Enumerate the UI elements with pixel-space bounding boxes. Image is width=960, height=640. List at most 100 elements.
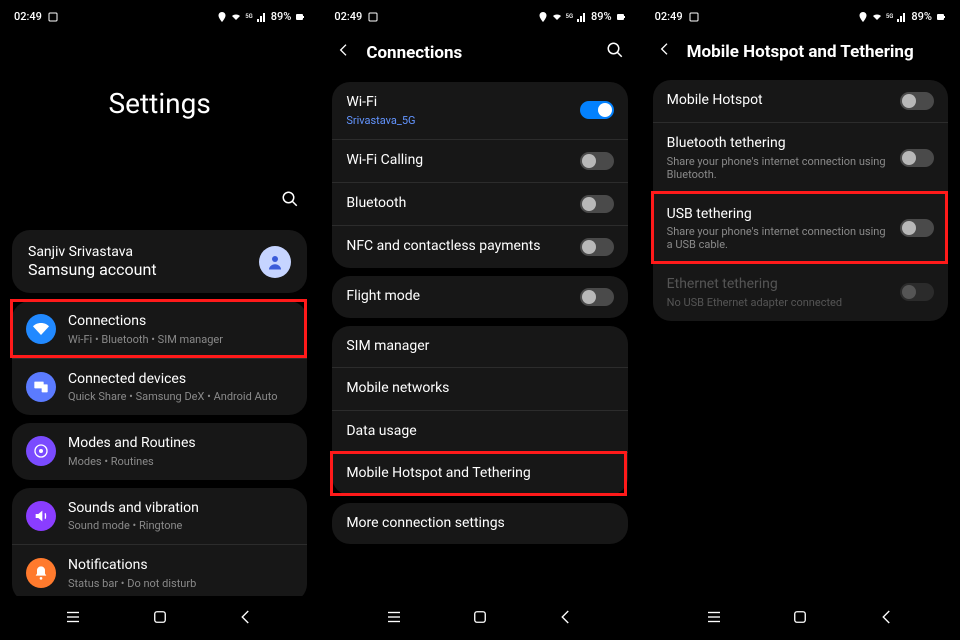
row-title: Connections: [68, 313, 293, 331]
toggle-bluetooth[interactable]: [580, 195, 614, 213]
row-nfc[interactable]: NFC and contactless payments: [332, 225, 627, 268]
row-bluetooth[interactable]: Bluetooth: [332, 182, 627, 225]
toggle-bt-tethering[interactable]: [900, 149, 934, 167]
row-flight-mode[interactable]: Flight mode: [332, 276, 627, 318]
row-wifi-calling[interactable]: Wi-Fi Calling: [332, 139, 627, 182]
back-button[interactable]: [557, 608, 575, 630]
page-title: Connections: [366, 43, 462, 63]
row-connected-devices[interactable]: Connected devicesQuick Share • Samsung D…: [12, 358, 307, 416]
row-usb-tethering[interactable]: USB tetheringShare your phone's internet…: [653, 193, 948, 264]
row-sub: Share your phone's internet connection u…: [667, 225, 888, 251]
group-sounds: Sounds and vibrationSound mode • Rington…: [12, 488, 307, 597]
row-title: Data usage: [346, 423, 613, 441]
search-icon[interactable]: [606, 41, 624, 64]
row-title: Modes and Routines: [68, 435, 293, 453]
screenshot-icon: [368, 12, 378, 22]
toggle-wifi[interactable]: [580, 101, 614, 119]
row-sim-manager[interactable]: SIM manager: [332, 326, 627, 368]
toggle-mobile-hotspot[interactable]: [900, 92, 934, 110]
battery-icon: [936, 12, 946, 22]
row-connections[interactable]: Connections Wi-Fi • Bluetooth • SIM manag…: [12, 301, 307, 358]
status-bar: 02:49 5G 89%: [641, 0, 960, 27]
toggle-wifi-calling[interactable]: [580, 152, 614, 170]
screen-connections: 02:49 5G 89% Connections Wi-Fi Srivastava…: [320, 0, 640, 640]
account-name: Sanjiv Srivastava: [28, 244, 157, 260]
toggle-eth-tethering: [900, 283, 934, 301]
group-connections: Connections Wi-Fi • Bluetooth • SIM manag…: [12, 301, 307, 415]
nav-bar: [0, 596, 319, 640]
row-title: USB tethering: [667, 206, 888, 224]
toggle-flight-mode[interactable]: [580, 288, 614, 306]
connections-icon: [26, 314, 56, 344]
modes-routines-icon: [26, 436, 56, 466]
screenshot-icon: [689, 12, 699, 22]
row-sub: Modes • Routines: [68, 455, 293, 468]
home-button[interactable]: [151, 608, 169, 630]
row-title: Mobile Hotspot: [667, 92, 888, 110]
back-icon[interactable]: [657, 41, 673, 62]
screen-settings: 02:49 5G 89% Settings Sanjiv Srivastava …: [0, 0, 320, 640]
row-sub: Sound mode • Ringtone: [68, 519, 293, 532]
recents-button[interactable]: [385, 608, 403, 630]
account-card[interactable]: Sanjiv Srivastava Samsung account: [12, 230, 307, 293]
row-eth-tethering[interactable]: Ethernet tethering No USB Ethernet adapte…: [653, 263, 948, 321]
connected-devices-icon: [26, 372, 56, 402]
wifi-icon: [552, 12, 562, 22]
toggle-usb-tethering[interactable]: [900, 219, 934, 237]
row-more-conn[interactable]: More connection settings: [332, 503, 627, 545]
battery-icon: [616, 12, 626, 22]
notifications-icon: [26, 558, 56, 588]
row-sub: Quick Share • Samsung DeX • Android Auto: [68, 390, 293, 403]
wifi-icon: [872, 12, 882, 22]
clock: 02:49: [14, 10, 42, 23]
account-sub: Samsung account: [28, 260, 157, 279]
group-modes: Modes and Routines Modes • Routines: [12, 423, 307, 480]
recents-button[interactable]: [64, 608, 82, 630]
row-title: Ethernet tethering: [667, 276, 888, 294]
row-sub: No USB Ethernet adapter connected: [667, 296, 888, 309]
row-title: Sounds and vibration: [68, 500, 293, 518]
row-data-usage[interactable]: Data usage: [332, 410, 627, 453]
battery-icon: [295, 12, 305, 22]
row-title: More connection settings: [346, 515, 613, 533]
row-notifications[interactable]: Notifications Status bar • Do not disturb: [12, 544, 307, 596]
nav-bar: [641, 596, 960, 640]
row-sub: Wi-Fi • Bluetooth • SIM manager: [68, 333, 293, 346]
screenshot-icon: [48, 12, 58, 22]
back-button[interactable]: [237, 608, 255, 630]
row-title: Wi-Fi: [346, 94, 567, 112]
row-title: Flight mode: [346, 288, 567, 306]
screen-hotspot: 02:49 5G 89% Mobile Hotspot and Tetherin…: [641, 0, 960, 640]
row-title: Notifications: [68, 557, 293, 575]
row-sub: Share your phone's internet connection u…: [667, 155, 888, 181]
row-title: SIM manager: [346, 338, 613, 356]
recents-button[interactable]: [705, 608, 723, 630]
row-wifi[interactable]: Wi-Fi Srivastava_5G: [332, 82, 627, 139]
row-sounds[interactable]: Sounds and vibrationSound mode • Rington…: [12, 488, 307, 545]
location-icon: [217, 12, 227, 22]
row-sub: Srivastava_5G: [346, 114, 567, 127]
battery-pct: 89%: [271, 10, 292, 23]
row-title: Bluetooth: [346, 195, 567, 213]
home-button[interactable]: [471, 608, 489, 630]
toggle-nfc[interactable]: [580, 238, 614, 256]
row-sub: Status bar • Do not disturb: [68, 577, 293, 590]
row-hotspot-tethering[interactable]: Mobile Hotspot and Tethering: [332, 452, 627, 495]
status-bar: 02:49 5G 89%: [320, 0, 639, 27]
volte-icon: 5G: [245, 12, 253, 22]
row-mobile-hotspot[interactable]: Mobile Hotspot: [653, 80, 948, 122]
page-title: Settings: [0, 27, 319, 190]
row-mobile-networks[interactable]: Mobile networks: [332, 367, 627, 410]
back-button[interactable]: [878, 608, 896, 630]
search-icon[interactable]: [281, 190, 299, 212]
row-title: NFC and contactless payments: [346, 238, 567, 256]
back-icon[interactable]: [336, 42, 352, 63]
row-title: Connected devices: [68, 371, 293, 389]
row-title: Mobile Hotspot and Tethering: [346, 465, 613, 483]
wifi-icon: [231, 12, 241, 22]
row-bt-tethering[interactable]: Bluetooth tetheringShare your phone's in…: [653, 122, 948, 193]
row-title: Mobile networks: [346, 380, 613, 398]
home-button[interactable]: [791, 608, 809, 630]
row-modes-routines[interactable]: Modes and Routines Modes • Routines: [12, 423, 307, 480]
signal-icon: [257, 12, 267, 22]
